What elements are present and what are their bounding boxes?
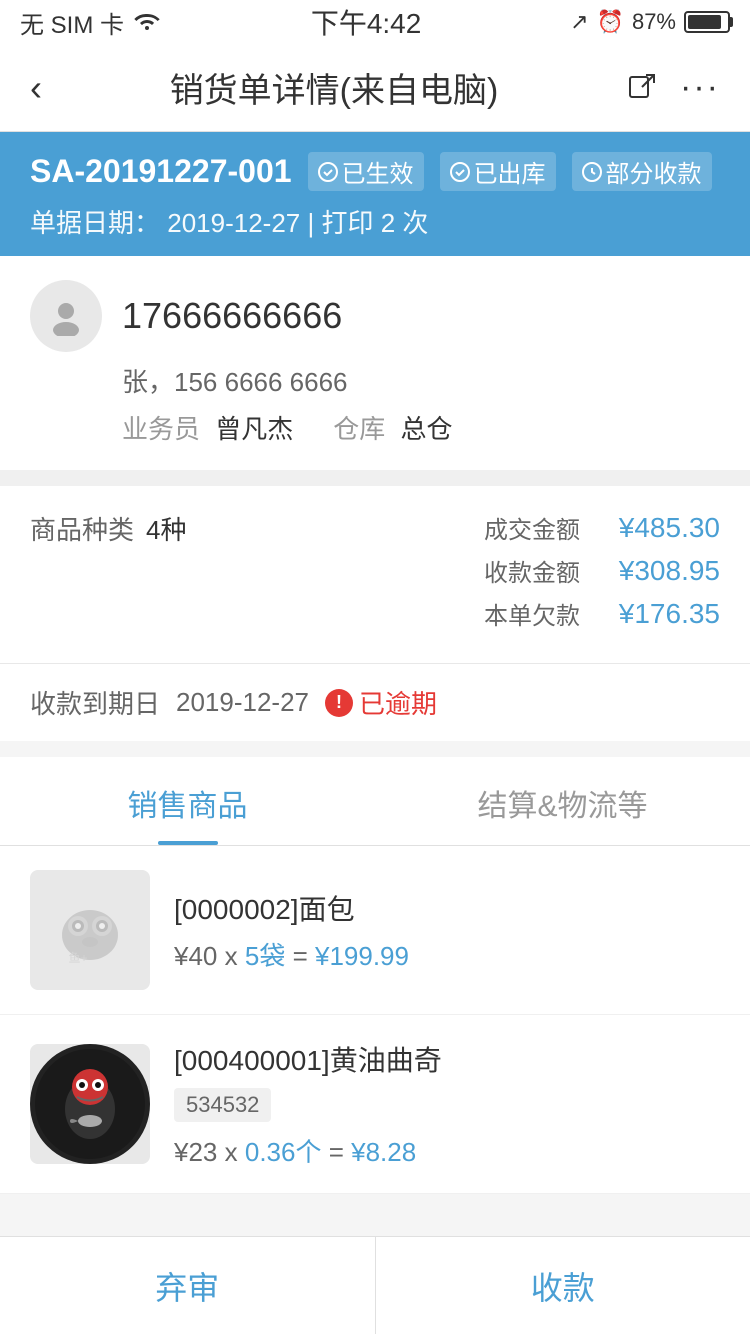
overdue-badge: ! 已逾期 xyxy=(325,684,437,721)
due-date: 2019-12-27 xyxy=(176,687,309,718)
stat-label-0: 成交金额 xyxy=(484,510,580,545)
order-id: SA-20191227-001 xyxy=(30,153,292,190)
bottom-bar: 弃审 收款 xyxy=(0,1236,750,1334)
cancel-audit-button[interactable]: 弃审 xyxy=(0,1237,376,1334)
status-left: 无 SIM 卡 xyxy=(20,5,162,40)
stat-label-1: 收款金额 xyxy=(484,553,580,588)
stat-row-0: 成交金额 ¥485.30 xyxy=(484,510,720,545)
customer-row: 17666666666 xyxy=(30,280,720,352)
stat-val-1: ¥308.95 xyxy=(600,555,720,587)
collect-payment-button[interactable]: 收款 xyxy=(376,1237,750,1334)
carrier-text: 无 SIM 卡 xyxy=(20,5,124,40)
stats-section: 商品种类 4种 成交金额 ¥485.30 收款金额 ¥308.95 本单欠款 ¥… xyxy=(0,486,750,663)
stat-label-2: 本单欠款 xyxy=(484,596,580,631)
battery-text: 87% xyxy=(632,9,676,35)
customer-meta: 业务员 曾凡杰 仓库 总仓 xyxy=(122,409,720,446)
overdue-dot-icon: ! xyxy=(325,689,353,717)
banner-sub: 单据日期： 2019-12-27 | 打印 2 次 xyxy=(30,203,720,240)
list-item: 鱼+ [0000002]面包 ¥40 x 5袋 = ¥199.99 xyxy=(0,846,750,1015)
time-text: 下午4:42 xyxy=(311,2,422,42)
tab-settlement[interactable]: 结算&物流等 xyxy=(375,757,750,845)
stat-val-0: ¥485.30 xyxy=(600,512,720,544)
category-count: 4种 xyxy=(146,510,186,547)
due-label: 收款到期日 xyxy=(30,684,160,721)
product-thumb-2 xyxy=(30,1044,150,1164)
product-name-1: [0000002]面包 xyxy=(174,888,720,928)
avatar xyxy=(30,280,102,352)
badge-shipped: 已出库 xyxy=(440,152,556,191)
list-item: [000400001]黄油曲奇 534532 ¥23 x 0.36个 = ¥8.… xyxy=(0,1015,750,1194)
warehouse-label: 仓库 xyxy=(333,414,385,444)
product-info-2: [000400001]黄油曲奇 534532 ¥23 x 0.36个 = ¥8.… xyxy=(174,1039,720,1169)
customer-detail: 张，156 6666 6666 xyxy=(122,362,720,399)
alarm-icon: ⏰ xyxy=(597,9,624,35)
badge-effective: 已生效 xyxy=(308,152,424,191)
product-price-2: ¥23 x 0.36个 = ¥8.28 xyxy=(174,1132,720,1169)
salesman-label: 业务员 xyxy=(122,414,200,444)
stat-row-1: 收款金额 ¥308.95 xyxy=(484,553,720,588)
product-sku-2: 534532 xyxy=(174,1088,271,1122)
nav-bar: ‹ 销货单详情(来自电脑) ··· xyxy=(0,44,750,132)
product-price-1: ¥40 x 5袋 = ¥199.99 xyxy=(174,936,720,973)
tab-sales[interactable]: 销售商品 xyxy=(0,757,375,845)
location-icon: ↗ xyxy=(570,9,588,35)
svg-text:鱼+: 鱼+ xyxy=(68,951,87,965)
divider-1 xyxy=(0,470,750,486)
tabs-section: 销售商品 结算&物流等 xyxy=(0,757,750,846)
wifi-icon xyxy=(132,8,162,36)
stats-right: 成交金额 ¥485.30 收款金额 ¥308.95 本单欠款 ¥176.35 xyxy=(484,510,720,639)
back-button[interactable]: ‹ xyxy=(30,67,42,109)
category-label: 商品种类 xyxy=(30,510,134,547)
customer-name: 17666666666 xyxy=(122,295,342,337)
overdue-text: 已逾期 xyxy=(359,684,437,721)
nav-actions: ··· xyxy=(626,67,720,109)
status-bar: 无 SIM 卡 下午4:42 ↗ ⏰ 87% xyxy=(0,0,750,44)
stat-val-2: ¥176.35 xyxy=(600,598,720,630)
stat-row-2: 本单欠款 ¥176.35 xyxy=(484,596,720,631)
share-icon[interactable] xyxy=(626,67,660,109)
page-title: 销货单详情(来自电脑) xyxy=(170,63,499,112)
header-banner: SA-20191227-001 已生效 已出库 部分收款 单据日期： 2019-… xyxy=(0,132,750,256)
warehouse-value: 总仓 xyxy=(401,414,453,444)
status-right: ↗ ⏰ 87% xyxy=(570,9,730,35)
more-icon[interactable]: ··· xyxy=(680,68,720,107)
customer-section: 17666666666 张，156 6666 6666 业务员 曾凡杰 仓库 总… xyxy=(0,256,750,470)
banner-top: SA-20191227-001 已生效 已出库 部分收款 xyxy=(30,152,720,191)
stats-left: 商品种类 4种 xyxy=(30,510,186,547)
battery-icon xyxy=(684,11,730,33)
product-name-2: [000400001]黄油曲奇 xyxy=(174,1039,720,1079)
due-section: 收款到期日 2019-12-27 ! 已逾期 xyxy=(0,664,750,741)
salesman-value: 曾凡杰 xyxy=(215,414,293,444)
badge-partial: 部分收款 xyxy=(572,152,712,191)
product-info-1: [0000002]面包 ¥40 x 5袋 = ¥199.99 xyxy=(174,888,720,973)
product-thumb-1: 鱼+ xyxy=(30,870,150,990)
product-list: 鱼+ [0000002]面包 ¥40 x 5袋 = ¥199.99 xyxy=(0,846,750,1194)
